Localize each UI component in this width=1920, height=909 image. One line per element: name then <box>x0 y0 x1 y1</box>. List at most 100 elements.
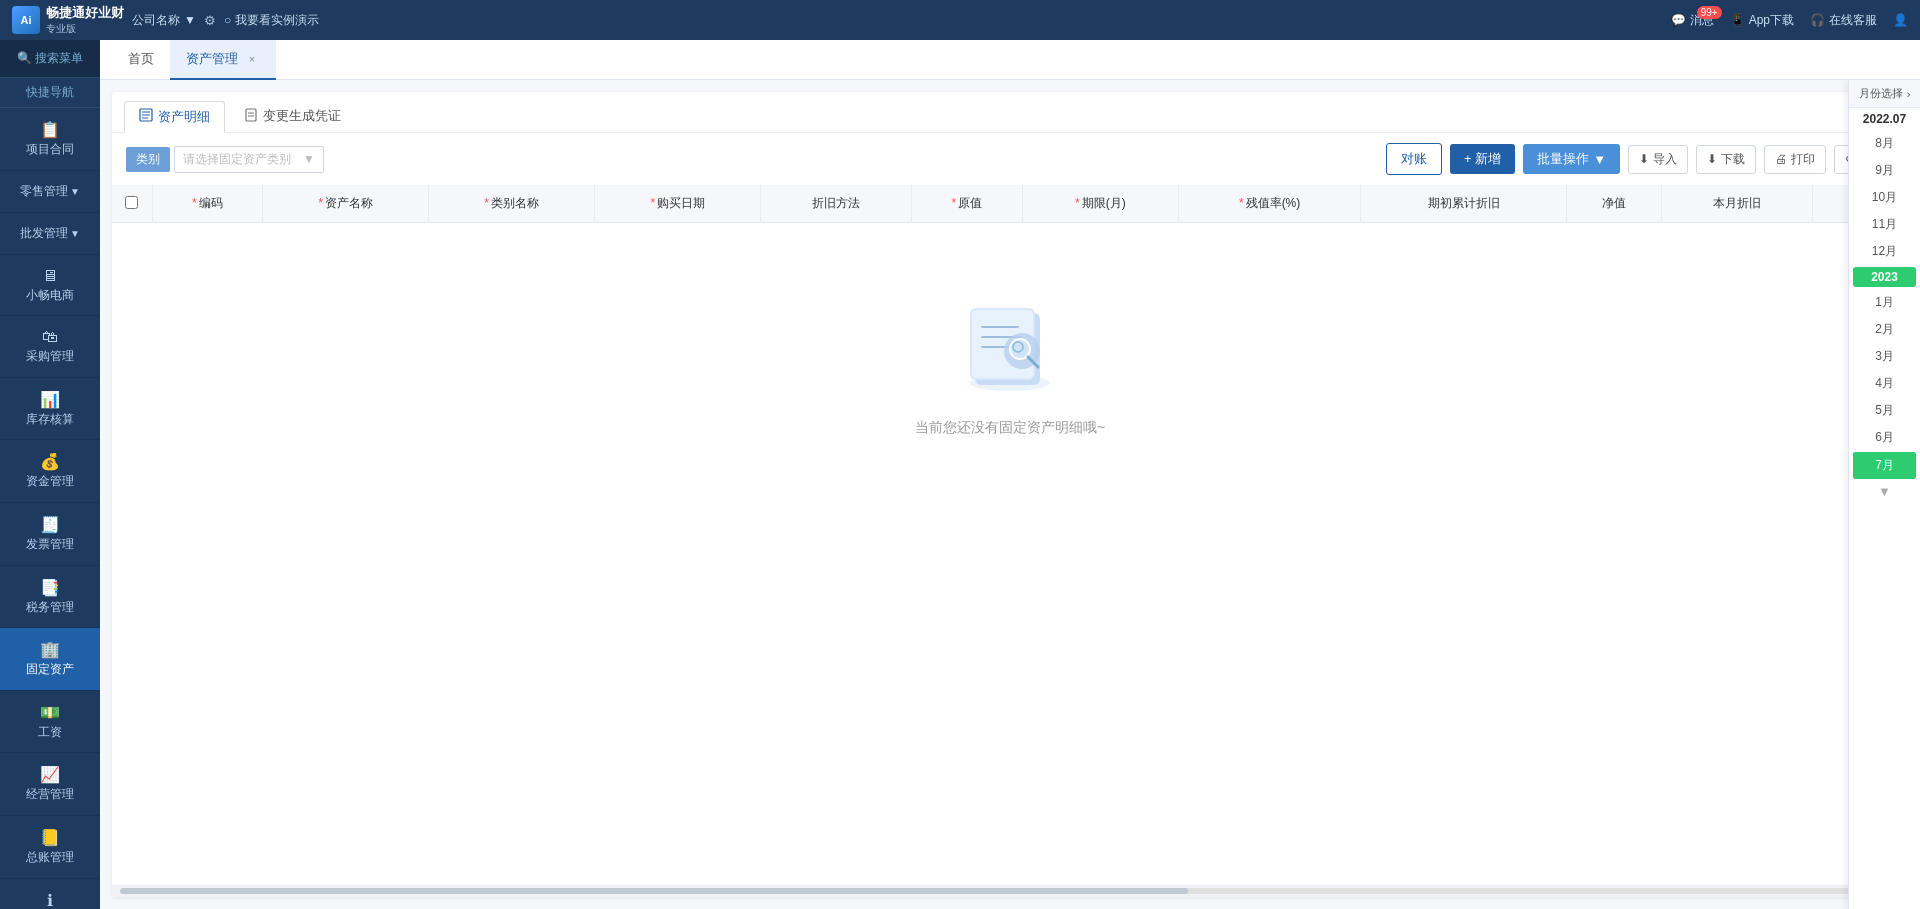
download-icon: ⬇ <box>1707 152 1717 166</box>
month-panel-scroll-down[interactable]: ▼ <box>1849 480 1920 503</box>
sidebar-label: 批发管理 <box>20 225 68 242</box>
month-item-2023-5月[interactable]: 5月 <box>1849 397 1920 424</box>
th-netvalue: 净值 <box>1567 185 1662 223</box>
sidebar-icon: 📑 <box>40 578 60 597</box>
month-item-2022-10月[interactable]: 10月 <box>1849 184 1920 211</box>
message-icon: 💬 <box>1671 13 1686 27</box>
top-bar-right: 💬 消息 99+ 📱 App下载 🎧 在线客服 👤 <box>1671 12 1908 29</box>
toolbar-left: 类别 请选择固定资产类别 ▼ <box>126 146 324 173</box>
sidebar-icon: 🧾 <box>40 515 60 534</box>
sidebar-item-basicinfo[interactable]: ℹ基础信息 <box>0 879 100 909</box>
search-icon: 🔍 <box>17 51 32 65</box>
list-icon <box>139 108 153 125</box>
toolbar-right: 对账 + 新增 批量操作 ▼ ⬇ 导入 ⬇ 下载 <box>1386 143 1894 175</box>
select-all-checkbox[interactable] <box>125 196 138 209</box>
print-button[interactable]: 🖨 打印 <box>1764 145 1826 174</box>
asset-table: *编码 *资产名称 *类别名称 *购买日期 折旧方法 *原值 *期限(月) *残… <box>112 185 1908 223</box>
month-item-2023-1月[interactable]: 1月 <box>1849 289 1920 316</box>
tab-home[interactable]: 首页 <box>112 40 170 80</box>
settings-icon[interactable]: ⚙ <box>204 13 216 28</box>
company-selector[interactable]: 公司名称 ▼ <box>132 12 196 29</box>
horizontal-scrollbar[interactable] <box>112 885 1908 897</box>
th-categoryname: *类别名称 <box>429 185 595 223</box>
sidebar-label: 小畅电商 <box>26 288 74 304</box>
tab-bar: 首页 资产管理 × <box>100 40 1920 80</box>
sidebar-icon: 🛍 <box>42 328 58 346</box>
tab-assetmgmt[interactable]: 资产管理 × <box>170 40 276 80</box>
sidebar-item-retail[interactable]: 零售管理▼ <box>0 171 100 213</box>
month-item-2023-2月[interactable]: 2月 <box>1849 316 1920 343</box>
reconcile-button[interactable]: 对账 <box>1386 143 1442 175</box>
th-monthdep: 本月折旧 <box>1662 185 1813 223</box>
month-item-2023-7月[interactable]: 7月 <box>1853 452 1916 479</box>
month-item-2023-6月[interactable]: 6月 <box>1849 424 1920 451</box>
sidebar-item-accounting[interactable]: 📒总账管理 <box>0 816 100 879</box>
sidebar-item-salary[interactable]: 💵工资 <box>0 691 100 754</box>
brand-logo: Ai <box>12 6 40 34</box>
sidebar-item-inventory[interactable]: 📊库存核算 <box>0 378 100 441</box>
batch-arrow-icon: ▼ <box>1593 152 1606 167</box>
th-accumulateddep: 期初累计折旧 <box>1360 185 1566 223</box>
sub-tab-change-voucher[interactable]: 变更生成凭证 <box>229 100 356 132</box>
content-area: 首页 资产管理 × <box>100 40 1920 909</box>
brand-name: 畅捷通好业财 <box>46 4 124 22</box>
sidebar-label: 经营管理 <box>26 787 74 803</box>
sidebar-icon: 📈 <box>40 765 60 784</box>
sidebar-icon: 💵 <box>40 703 60 722</box>
download-button[interactable]: ⬇ 下载 <box>1696 145 1756 174</box>
svg-rect-4 <box>246 109 256 121</box>
filter-label: 类别 <box>126 147 170 172</box>
empty-icon <box>950 283 1070 403</box>
scrollbar-thumb <box>120 888 1188 894</box>
month-panel-header[interactable]: 月份选择 › <box>1849 80 1920 108</box>
sidebar-label: 发票管理 <box>26 537 74 553</box>
month-item-2023-4月[interactable]: 4月 <box>1849 370 1920 397</box>
sidebar-item-tax[interactable]: 📑税务管理 <box>0 566 100 629</box>
sidebar-item-fixedassets[interactable]: 🏢固定资产 <box>0 628 100 691</box>
sidebar-item-ecommerce[interactable]: 🖥小畅电商 <box>0 255 100 317</box>
batch-button[interactable]: 批量操作 ▼ <box>1523 144 1620 174</box>
sidebar-item-invoice[interactable]: 🧾 发票管理 <box>0 503 100 566</box>
month-item-2023-3月[interactable]: 3月 <box>1849 343 1920 370</box>
user-avatar[interactable]: 👤 <box>1893 13 1908 27</box>
sidebar-quick-nav[interactable]: 快捷导航 <box>0 78 100 108</box>
tab-label: 资产管理 <box>186 50 238 68</box>
th-originalvalue: *原值 <box>912 185 1022 223</box>
year-2023-item[interactable]: 2023 <box>1853 267 1916 287</box>
sidebar-item-purchase[interactable]: 🛍 采购管理 <box>0 316 100 378</box>
sidebar-item-wholesale[interactable]: 批发管理▼ <box>0 213 100 255</box>
online-service-button[interactable]: 🎧 在线客服 <box>1810 12 1877 29</box>
year-2022-item[interactable]: 2022.07 <box>1849 108 1920 130</box>
sidebar-item-operations[interactable]: 📈 经营管理 <box>0 753 100 816</box>
import-icon: ⬇ <box>1639 152 1649 166</box>
demo-link[interactable]: ○ 我要看实例演示 <box>224 12 319 29</box>
top-bar-left: Ai 畅捷通好业财 专业版 公司名称 ▼ ⚙ ○ 我要看实例演示 <box>12 4 319 36</box>
month-item-2022-12月[interactable]: 12月 <box>1849 238 1920 265</box>
tab-close-icon[interactable]: × <box>244 51 260 67</box>
sub-tabs: 资产明细 变更生成凭证 <box>112 92 1908 133</box>
top-bar: Ai 畅捷通好业财 专业版 公司名称 ▼ ⚙ ○ 我要看实例演示 💬 消息 99… <box>0 0 1920 40</box>
sidebar-icon: 📒 <box>40 828 60 847</box>
import-button[interactable]: ⬇ 导入 <box>1628 145 1688 174</box>
filter-input[interactable]: 请选择固定资产类别 ▼ <box>174 146 324 173</box>
app-download-button[interactable]: 📱 App下载 <box>1730 12 1794 29</box>
month-item-2022-8月[interactable]: 8月 <box>1849 130 1920 157</box>
app-icon: 📱 <box>1730 13 1745 27</box>
sidebar-icon: ℹ <box>47 891 53 909</box>
sub-tab-asset-detail[interactable]: 资产明细 <box>124 101 225 133</box>
month-panel: 月份选择 › 2022.07 8月9月10月11月12月 2023 1月2月3月… <box>1848 80 1920 909</box>
month-item-2022-9月[interactable]: 9月 <box>1849 157 1920 184</box>
tab-label: 首页 <box>128 50 154 68</box>
messages-button[interactable]: 💬 消息 99+ <box>1671 12 1714 29</box>
empty-text: 当前您还没有固定资产明细哦~ <box>915 419 1105 437</box>
th-purchasedate: *购买日期 <box>595 185 761 223</box>
sidebar-label: 采购管理 <box>26 349 74 365</box>
add-button[interactable]: + 新增 <box>1450 144 1515 174</box>
sidebar: 🔍 搜索菜单 快捷导航 📋项目合同零售管理▼批发管理▼🖥小畅电商 🛍 采购管理 📊库存… <box>0 40 100 909</box>
sidebar-item-project[interactable]: 📋项目合同 <box>0 108 100 171</box>
service-icon: 🎧 <box>1810 13 1825 27</box>
month-item-2022-11月[interactable]: 11月 <box>1849 211 1920 238</box>
sidebar-item-finance[interactable]: 💰资金管理 <box>0 440 100 503</box>
sidebar-search[interactable]: 🔍 搜索菜单 <box>0 40 100 78</box>
message-badge: 99+ <box>1697 6 1722 19</box>
